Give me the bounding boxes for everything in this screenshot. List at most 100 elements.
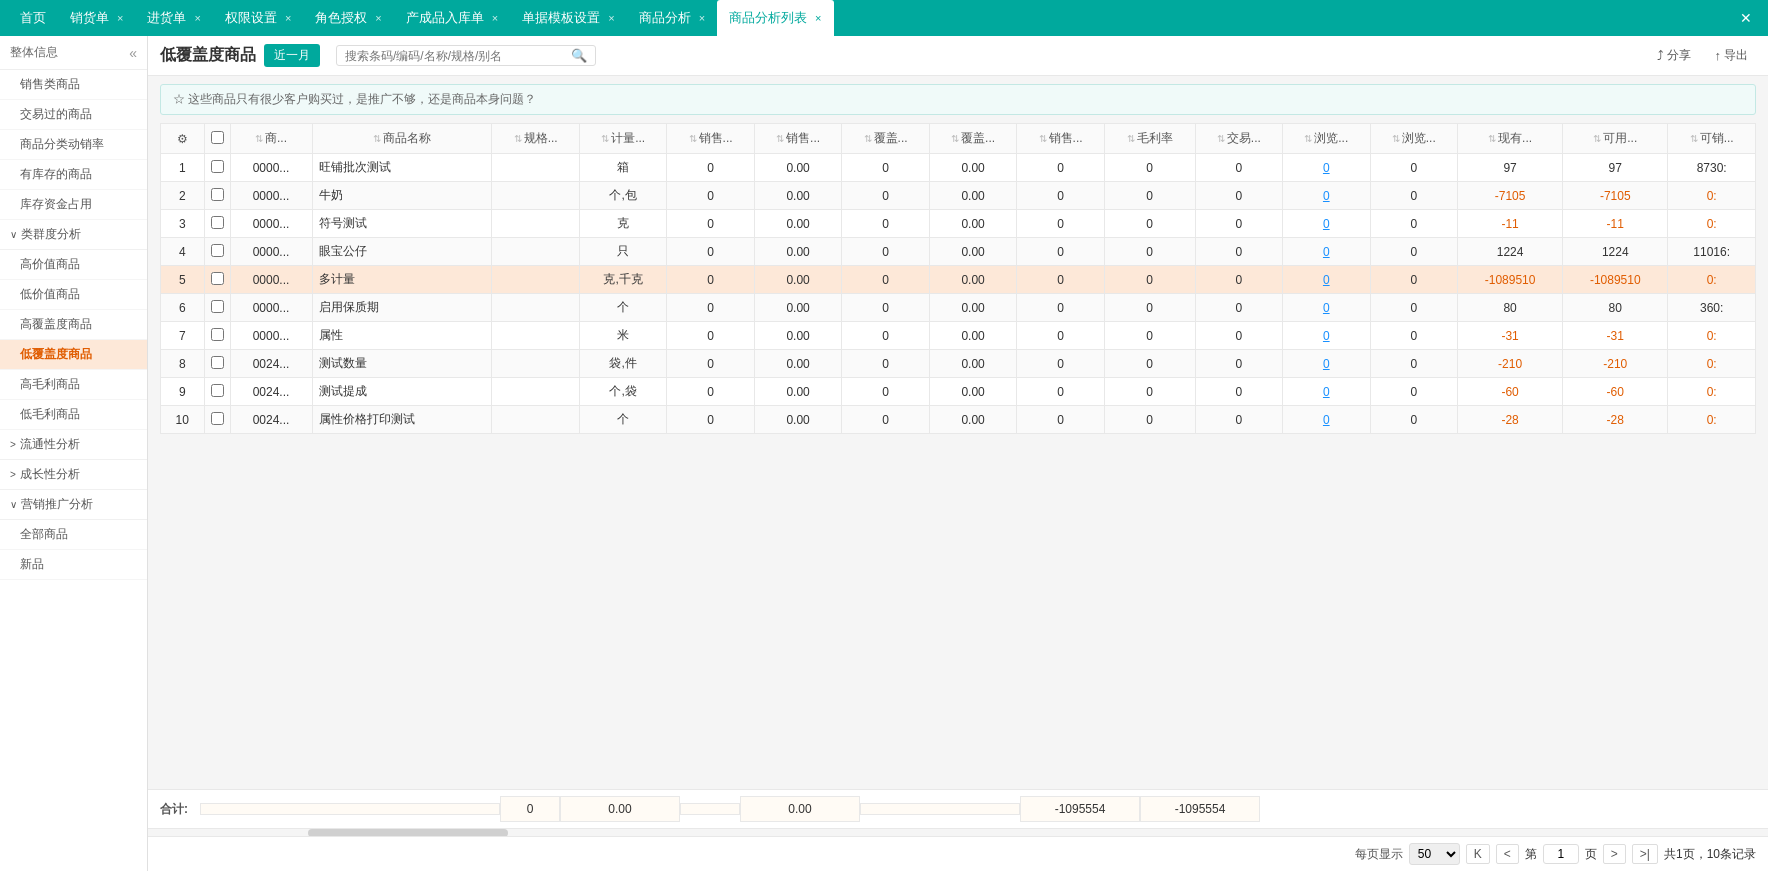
sidebar-item-new-goods[interactable]: 新品 [0, 550, 147, 580]
nav-item-analysis-list[interactable]: 商品分析列表 × [717, 0, 833, 36]
nav-close-analysis[interactable]: × [699, 0, 705, 36]
cell-checkbox[interactable] [204, 378, 230, 406]
cell-browse1[interactable]: 0 [1283, 238, 1370, 266]
row-checkbox[interactable] [211, 300, 224, 313]
col-coverage2[interactable]: ⇅覆盖... [929, 124, 1016, 154]
col-spec[interactable]: ⇅规格... [492, 124, 579, 154]
first-page-button[interactable]: K [1466, 844, 1490, 864]
cell-browse1[interactable]: 0 [1283, 294, 1370, 322]
nav-close-product[interactable]: × [492, 0, 498, 36]
col-available-stock[interactable]: ⇅可用... [1563, 124, 1668, 154]
row-checkbox[interactable] [211, 244, 224, 257]
sidebar-item-low-margin[interactable]: 低毛利商品 [0, 400, 147, 430]
sidebar-item-low-value[interactable]: 低价值商品 [0, 280, 147, 310]
col-unit[interactable]: ⇅计量... [579, 124, 666, 154]
sidebar-item-high-value[interactable]: 高价值商品 [0, 250, 147, 280]
last-page-button[interactable]: >| [1632, 844, 1658, 864]
nav-close-sales[interactable]: × [117, 0, 123, 36]
row-checkbox[interactable] [211, 412, 224, 425]
cell-browse1[interactable]: 0 [1283, 322, 1370, 350]
cell-browse1[interactable]: 0 [1283, 182, 1370, 210]
cell-browse1[interactable]: 0 [1283, 350, 1370, 378]
cell-browse1[interactable]: 0 [1283, 210, 1370, 238]
date-filter-button[interactable]: 近一月 [264, 44, 320, 67]
row-checkbox[interactable] [211, 328, 224, 341]
nav-item-template[interactable]: 单据模板设置 × [510, 0, 626, 36]
cell-checkbox[interactable] [204, 322, 230, 350]
col-browse2[interactable]: ⇅浏览... [1370, 124, 1457, 154]
nav-item-product[interactable]: 产成品入库单 × [394, 0, 510, 36]
share-button[interactable]: ⤴ 分享 [1649, 44, 1699, 67]
nav-close-purchase[interactable]: × [194, 0, 200, 36]
col-current-stock[interactable]: ⇅现有... [1458, 124, 1563, 154]
sidebar-section-growth[interactable]: > 成长性分析 [0, 460, 147, 490]
select-all-checkbox[interactable] [211, 131, 224, 144]
sidebar-item-sales-goods[interactable]: 销售类商品 [0, 70, 147, 100]
nav-close-analysis-list[interactable]: × [815, 0, 821, 36]
cell-name: 属性 [312, 322, 492, 350]
sidebar-item-low-coverage[interactable]: 低覆盖度商品 [0, 340, 147, 370]
sidebar-section-marketing[interactable]: ∨ 营销推广分析 [0, 490, 147, 520]
cell-checkbox[interactable] [204, 294, 230, 322]
col-transaction[interactable]: ⇅交易... [1195, 124, 1282, 154]
col-gross-margin[interactable]: ⇅毛利率 [1104, 124, 1195, 154]
col-code[interactable]: ⇅商... [230, 124, 312, 154]
col-name[interactable]: ⇅商品名称 [312, 124, 492, 154]
col-sellable[interactable]: ⇅可销... [1668, 124, 1756, 154]
sidebar-item-traded-goods[interactable]: 交易过的商品 [0, 100, 147, 130]
sidebar-collapse-button[interactable]: « [129, 45, 137, 61]
col-checkbox[interactable] [204, 124, 230, 154]
row-checkbox[interactable] [211, 188, 224, 201]
cell-checkbox[interactable] [204, 350, 230, 378]
cell-checkbox[interactable] [204, 406, 230, 434]
cell-code: 0000... [230, 266, 312, 294]
prev-page-button[interactable]: < [1496, 844, 1519, 864]
sidebar-item-in-stock[interactable]: 有库存的商品 [0, 160, 147, 190]
sidebar-item-all-goods[interactable]: 全部商品 [0, 520, 147, 550]
cell-browse1[interactable]: 0 [1283, 266, 1370, 294]
cell-browse1[interactable]: 0 [1283, 406, 1370, 434]
horizontal-scrollbar[interactable] [148, 828, 1768, 836]
cell-checkbox[interactable] [204, 154, 230, 182]
nav-close-role[interactable]: × [375, 0, 381, 36]
nav-close-permission[interactable]: × [285, 0, 291, 36]
sidebar-item-high-margin[interactable]: 高毛利商品 [0, 370, 147, 400]
sidebar-section-circulation[interactable]: > 流通性分析 [0, 430, 147, 460]
row-checkbox[interactable] [211, 160, 224, 173]
sidebar-item-capital[interactable]: 库存资金占用 [0, 190, 147, 220]
cell-code: 0024... [230, 350, 312, 378]
cell-checkbox[interactable] [204, 182, 230, 210]
page-number-input[interactable] [1543, 844, 1579, 864]
cell-browse1[interactable]: 0 [1283, 378, 1370, 406]
nav-item-purchase[interactable]: 进货单 × [135, 0, 212, 36]
row-checkbox[interactable] [211, 272, 224, 285]
col-browse1[interactable]: ⇅浏览... [1283, 124, 1370, 154]
cell-checkbox[interactable] [204, 266, 230, 294]
cell-checkbox[interactable] [204, 238, 230, 266]
cell-checkbox[interactable] [204, 210, 230, 238]
row-checkbox[interactable] [211, 384, 224, 397]
row-checkbox[interactable] [211, 216, 224, 229]
col-sales-amt[interactable]: ⇅销售... [754, 124, 841, 154]
per-page-select[interactable]: 50 20 100 [1409, 843, 1460, 865]
nav-item-home[interactable]: 首页 [8, 0, 58, 36]
nav-item-analysis[interactable]: 商品分析 × [627, 0, 717, 36]
nav-close-template[interactable]: × [608, 0, 614, 36]
nav-item-permission[interactable]: 权限设置 × [213, 0, 303, 36]
cell-unit: 米 [579, 322, 666, 350]
col-settings[interactable]: ⚙ [161, 124, 205, 154]
window-close-button[interactable]: ✕ [1732, 10, 1760, 26]
col-coverage1[interactable]: ⇅覆盖... [842, 124, 929, 154]
nav-item-role[interactable]: 角色授权 × [303, 0, 393, 36]
nav-item-sales[interactable]: 销货单 × [58, 0, 135, 36]
sidebar-section-group-analysis[interactable]: ∨ 类群度分析 [0, 220, 147, 250]
sidebar-item-high-coverage[interactable]: 高覆盖度商品 [0, 310, 147, 340]
col-sales-qty[interactable]: ⇅销售... [667, 124, 754, 154]
col-sales-ratio[interactable]: ⇅销售... [1017, 124, 1104, 154]
cell-browse1[interactable]: 0 [1283, 154, 1370, 182]
next-page-button[interactable]: > [1603, 844, 1626, 864]
sidebar-item-category-rate[interactable]: 商品分类动销率 [0, 130, 147, 160]
export-button[interactable]: ↑ 导出 [1707, 44, 1757, 67]
search-input[interactable] [345, 49, 567, 63]
row-checkbox[interactable] [211, 356, 224, 369]
